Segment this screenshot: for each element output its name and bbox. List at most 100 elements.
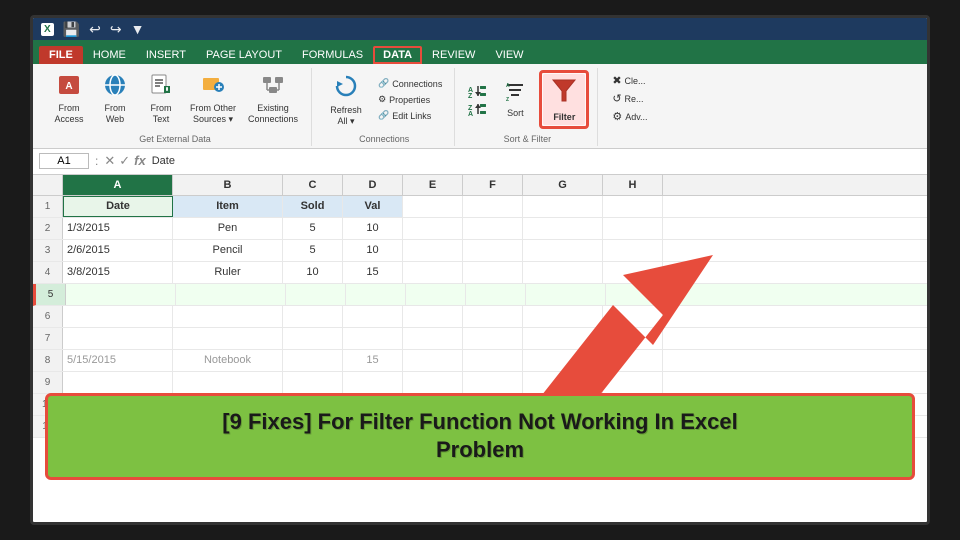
cell-d6[interactable] bbox=[343, 306, 403, 327]
clear-btn[interactable]: ✖ Cle... bbox=[608, 72, 651, 89]
cell-g8[interactable] bbox=[523, 350, 603, 371]
cell-b4[interactable]: Ruler bbox=[173, 262, 283, 283]
cell-e3[interactable] bbox=[403, 240, 463, 261]
cell-g3[interactable] bbox=[523, 240, 603, 261]
cell-b8[interactable]: Notebook bbox=[173, 350, 283, 371]
cell-a7[interactable] bbox=[63, 328, 173, 349]
fx-icon[interactable]: fx bbox=[134, 153, 146, 169]
cell-h6[interactable] bbox=[603, 306, 663, 327]
cell-c4[interactable]: 10 bbox=[283, 262, 343, 283]
cell-a2[interactable]: 1/3/2015 bbox=[63, 218, 173, 239]
from-other-sources-button[interactable]: From OtherSources ▾ bbox=[185, 70, 241, 128]
cell-d7[interactable] bbox=[343, 328, 403, 349]
cell-h7[interactable] bbox=[603, 328, 663, 349]
cell-g1[interactable] bbox=[523, 196, 603, 217]
edit-links-btn[interactable]: 🔗 Edit Links bbox=[374, 108, 446, 123]
sort-button[interactable]: A Z Sort bbox=[497, 77, 533, 122]
formula-bar-input[interactable]: Date bbox=[152, 155, 921, 167]
cell-h2[interactable] bbox=[603, 218, 663, 239]
col-header-f[interactable]: F bbox=[463, 175, 523, 195]
advanced-btn[interactable]: ⚙ Adv... bbox=[608, 108, 651, 125]
tab-file[interactable]: FILE bbox=[39, 46, 83, 64]
filter-button[interactable]: Filter bbox=[543, 74, 585, 125]
cell-f1[interactable] bbox=[463, 196, 523, 217]
from-web-button[interactable]: FromWeb bbox=[93, 70, 137, 128]
cell-f4[interactable] bbox=[463, 262, 523, 283]
save-quick-btn[interactable]: 💾 bbox=[60, 21, 83, 38]
cell-a6[interactable] bbox=[63, 306, 173, 327]
cell-c1[interactable]: Sold bbox=[283, 196, 343, 217]
cell-e6[interactable] bbox=[403, 306, 463, 327]
cell-h4[interactable] bbox=[603, 262, 663, 283]
confirm-icon[interactable]: ✓ bbox=[119, 153, 130, 169]
cell-c3[interactable]: 5 bbox=[283, 240, 343, 261]
cell-f2[interactable] bbox=[463, 218, 523, 239]
properties-btn[interactable]: ⚙ Properties bbox=[374, 92, 446, 107]
cell-g5[interactable] bbox=[526, 284, 606, 305]
cell-e5[interactable] bbox=[406, 284, 466, 305]
sort-az-button[interactable]: A Z bbox=[465, 83, 491, 99]
cell-a1[interactable]: Date bbox=[63, 196, 173, 217]
cell-h3[interactable] bbox=[603, 240, 663, 261]
col-header-c[interactable]: C bbox=[283, 175, 343, 195]
cell-d8[interactable]: 15 bbox=[343, 350, 403, 371]
undo-btn[interactable]: ↩ bbox=[86, 21, 104, 38]
tab-data[interactable]: DATA bbox=[373, 46, 422, 64]
cell-c5[interactable] bbox=[286, 284, 346, 305]
cell-d3[interactable]: 10 bbox=[343, 240, 403, 261]
tab-formulas[interactable]: FORMULAS bbox=[292, 46, 373, 64]
cell-g7[interactable] bbox=[523, 328, 603, 349]
col-header-e[interactable]: E bbox=[403, 175, 463, 195]
tab-home[interactable]: HOME bbox=[83, 46, 136, 64]
cell-d9[interactable] bbox=[343, 372, 403, 393]
cell-b7[interactable] bbox=[173, 328, 283, 349]
refresh-all-button[interactable]: RefreshAll ▾ bbox=[322, 70, 370, 130]
cell-f7[interactable] bbox=[463, 328, 523, 349]
cell-h1[interactable] bbox=[603, 196, 663, 217]
existing-connections-button[interactable]: ExistingConnections bbox=[243, 70, 303, 128]
cell-b1[interactable]: Item bbox=[173, 196, 283, 217]
cell-b6[interactable] bbox=[173, 306, 283, 327]
cell-f5[interactable] bbox=[466, 284, 526, 305]
cell-b2[interactable]: Pen bbox=[173, 218, 283, 239]
cell-a9[interactable] bbox=[63, 372, 173, 393]
cell-e1[interactable] bbox=[403, 196, 463, 217]
cell-f8[interactable] bbox=[463, 350, 523, 371]
cell-c9[interactable] bbox=[283, 372, 343, 393]
cell-e2[interactable] bbox=[403, 218, 463, 239]
col-header-h[interactable]: H bbox=[603, 175, 663, 195]
connections-btn[interactable]: 🔗 Connections bbox=[374, 76, 446, 91]
from-access-button[interactable]: A FromAccess bbox=[47, 70, 91, 128]
cell-h9[interactable] bbox=[603, 372, 663, 393]
cell-c7[interactable] bbox=[283, 328, 343, 349]
tab-page-layout[interactable]: PAGE LAYOUT bbox=[196, 46, 292, 64]
cell-f3[interactable] bbox=[463, 240, 523, 261]
cell-b5[interactable] bbox=[176, 284, 286, 305]
cell-a4[interactable]: 3/8/2015 bbox=[63, 262, 173, 283]
cell-d1[interactable]: Val bbox=[343, 196, 403, 217]
cell-d4[interactable]: 15 bbox=[343, 262, 403, 283]
cell-d2[interactable]: 10 bbox=[343, 218, 403, 239]
cell-g4[interactable] bbox=[523, 262, 603, 283]
cell-b9[interactable] bbox=[173, 372, 283, 393]
col-header-b[interactable]: B bbox=[173, 175, 283, 195]
cell-c2[interactable]: 5 bbox=[283, 218, 343, 239]
cell-h8[interactable] bbox=[603, 350, 663, 371]
col-header-d[interactable]: D bbox=[343, 175, 403, 195]
cell-f6[interactable] bbox=[463, 306, 523, 327]
cell-reference[interactable]: A1 bbox=[39, 153, 89, 169]
sort-za-button[interactable]: Z A bbox=[465, 101, 491, 117]
cell-f9[interactable] bbox=[463, 372, 523, 393]
col-header-g[interactable]: G bbox=[523, 175, 603, 195]
cell-e8[interactable] bbox=[403, 350, 463, 371]
cell-e4[interactable] bbox=[403, 262, 463, 283]
customize-qa-btn[interactable]: ▼ bbox=[128, 21, 148, 38]
from-text-button[interactable]: FromText bbox=[139, 70, 183, 128]
cell-b3[interactable]: Pencil bbox=[173, 240, 283, 261]
cell-d5[interactable] bbox=[346, 284, 406, 305]
cell-c8[interactable] bbox=[283, 350, 343, 371]
cell-g6[interactable] bbox=[523, 306, 603, 327]
cell-e9[interactable] bbox=[403, 372, 463, 393]
cell-g9[interactable] bbox=[523, 372, 603, 393]
redo-btn[interactable]: ↪ bbox=[107, 21, 125, 38]
